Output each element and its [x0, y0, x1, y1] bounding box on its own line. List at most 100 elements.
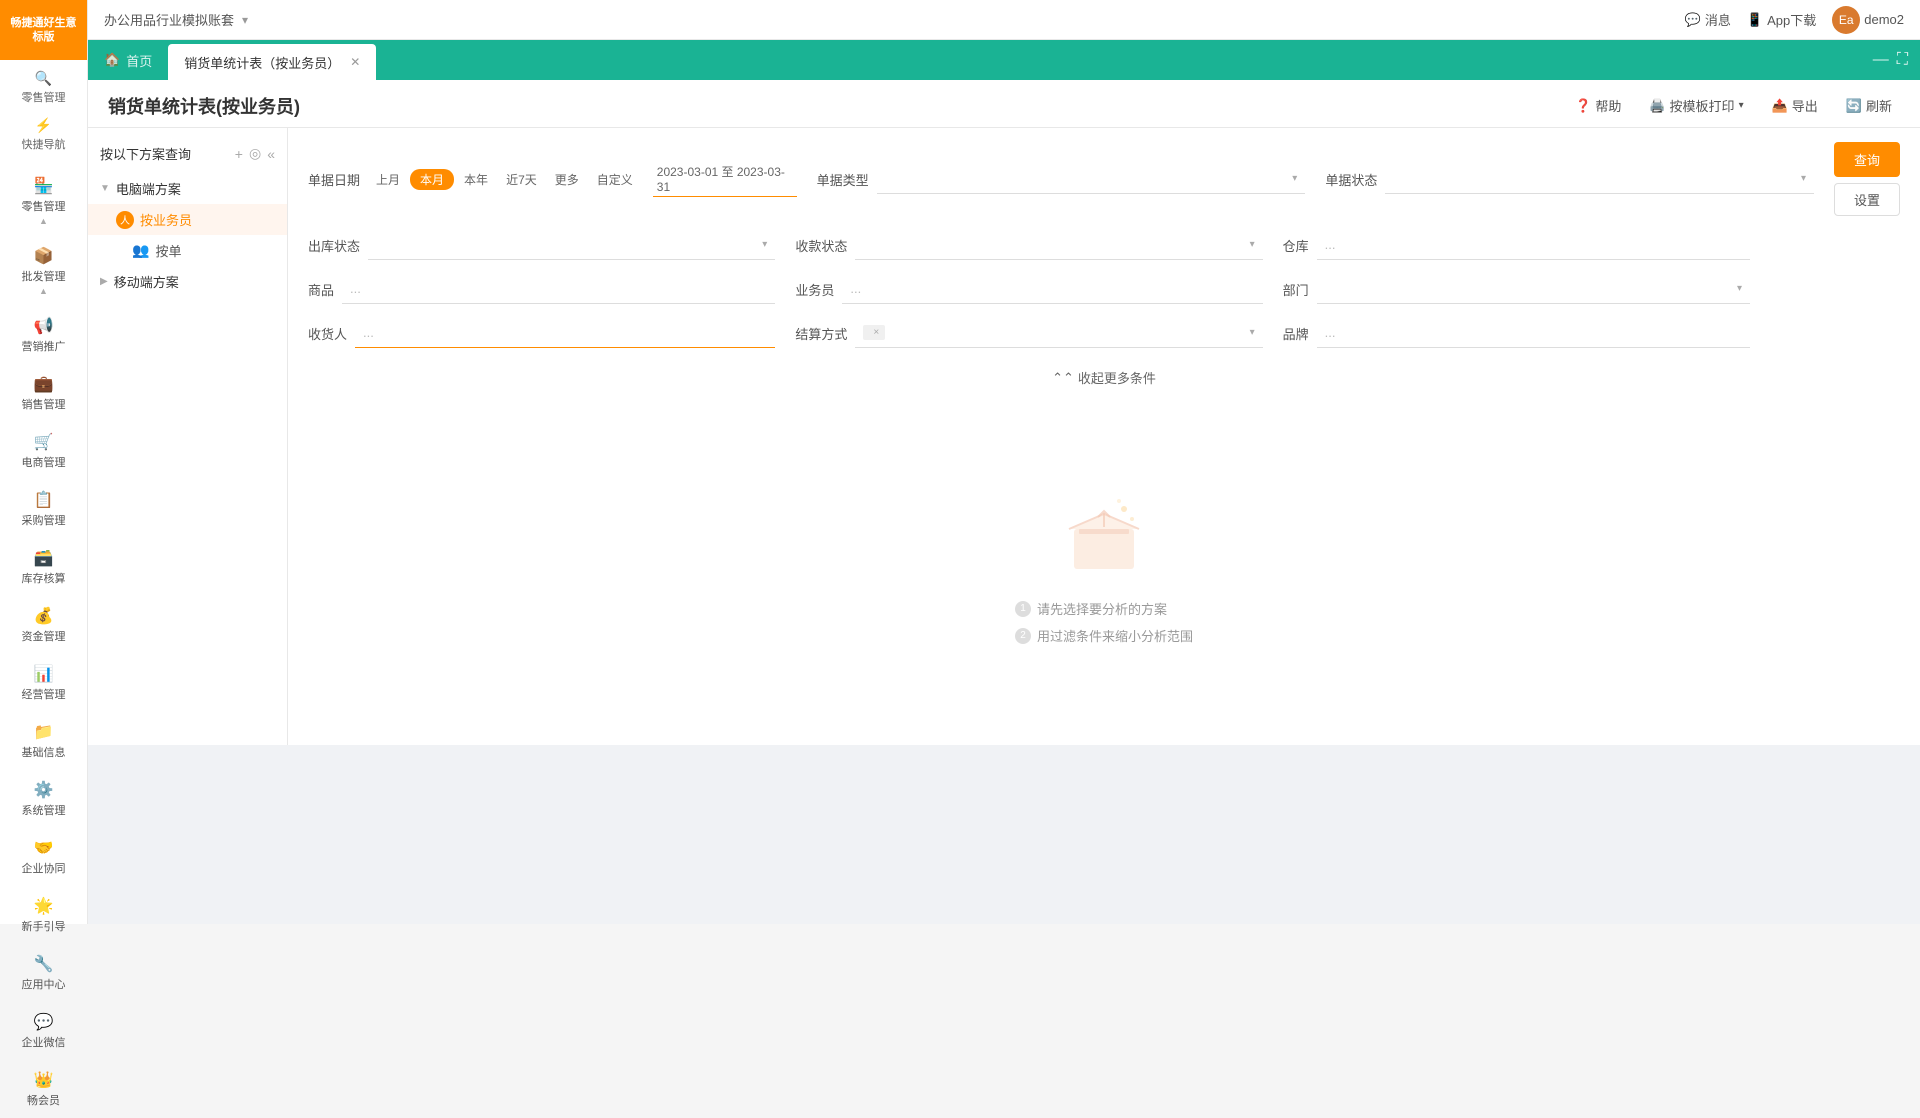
sidebar-item-inventory[interactable]: 🗃️ 库存核算 — [0, 538, 87, 596]
settlement-arrow: ▾ — [1250, 327, 1255, 338]
right-panel: 单据日期 上月 本月 本年 近7天 更多 自定义 2023-03-01 至 20… — [288, 128, 1920, 745]
sidebar-item-system[interactable]: ⚙️ 系统管理 — [0, 770, 87, 828]
date-tab-last-month[interactable]: 上月 — [368, 169, 408, 190]
content-area: 销货单统计表(按业务员) ❓ 帮助 🖨️ 按模板打印 ▾ 📤 导出 🔄 刷 — [88, 80, 1920, 924]
scheme-panel-title: 按以下方案查询 — [100, 144, 191, 163]
warehouse-placeholder: ... — [1325, 237, 1336, 252]
tab-close-icon[interactable]: ✕ — [350, 55, 360, 69]
user-menu[interactable]: Ea demo2 — [1832, 6, 1904, 34]
query-button[interactable]: 查询 — [1834, 142, 1900, 177]
out-status-control[interactable]: ▾ — [368, 230, 775, 260]
date-controls: 上月 本月 本年 近7天 更多 自定义 2023-03-01 至 2023-03… — [368, 161, 797, 197]
tabbar: 🏠 首页 销货单统计表（按业务员） ✕ — ⛶ — [88, 40, 1920, 80]
filter-doc-type-item: 单据类型 ▾ — [817, 164, 1306, 194]
brand-control[interactable]: ... — [1317, 318, 1750, 348]
scheme-mobile-expand-icon: ▶ — [100, 276, 108, 287]
sidebar-item-member[interactable]: 👑 畅会员 — [0, 1060, 87, 1118]
sidebar-item-operations[interactable]: 📊 经营管理 — [0, 654, 87, 712]
out-status-arrow: ▾ — [762, 239, 767, 250]
sidebar-item-label: 企业协同 — [22, 860, 66, 876]
corp-wechat-icon: 💬 — [34, 1012, 54, 1032]
scheme-desktop-label: 电脑端方案 — [116, 179, 181, 198]
sidebar-item-wholesale[interactable]: 📦 批发管理 ▲ — [0, 236, 87, 306]
tab-sales-stats[interactable]: 销货单统计表（按业务员） ✕ — [168, 44, 376, 80]
consignee-control[interactable]: ... — [355, 318, 775, 348]
sidebar-item-zero-retail[interactable]: 🏪 零售管理 ▲ — [0, 166, 87, 236]
date-tab-this-month[interactable]: 本月 — [410, 169, 454, 190]
sidebar-item-label: 应用中心 — [22, 976, 66, 992]
filter-out-status-item: 出库状态 ▾ — [308, 230, 775, 260]
department-control[interactable]: ▾ — [1317, 274, 1750, 304]
doc-type-control[interactable]: ▾ — [877, 164, 1306, 194]
newcomer-icon: 🌟 — [34, 896, 54, 916]
app-download-button[interactable]: 📱 App下载 — [1747, 10, 1816, 29]
payment-status-control[interactable]: ▾ — [855, 230, 1262, 260]
date-tab-more[interactable]: 更多 — [547, 169, 587, 190]
scheme-desktop[interactable]: ▼ 电脑端方案 — [88, 173, 287, 204]
messages-button[interactable]: 💬 消息 — [1685, 10, 1731, 29]
date-tab-custom[interactable]: 自定义 — [589, 169, 641, 190]
scheme-by-salesperson[interactable]: 人 按业务员 — [88, 204, 287, 235]
filter-warehouse-item: 仓库 ... — [1283, 230, 1750, 260]
scheme-mobile[interactable]: ▶ 移动端方案 — [88, 266, 287, 297]
sidebar-item-marketing[interactable]: 📢 营销推广 — [0, 306, 87, 364]
sidebar-item-label: 经营管理 — [22, 686, 66, 702]
empty-hint-1: 1 请先选择要分析的方案 — [1015, 599, 1193, 618]
doc-type-arrow: ▾ — [1292, 173, 1297, 184]
help-button[interactable]: ❓ 帮助 — [1567, 92, 1629, 119]
sidebar-quicknav[interactable]: ⚡ 快捷导航 — [0, 111, 87, 158]
scheme-by-order[interactable]: 👥 按单 — [88, 235, 287, 266]
refresh-button[interactable]: 🔄 刷新 — [1838, 92, 1900, 119]
sidebar-item-ecommerce[interactable]: 🛒 电商管理 — [0, 422, 87, 480]
sidebar-item-finance[interactable]: 💰 资金管理 — [0, 596, 87, 654]
enterprise-icon: 🤝 — [34, 838, 54, 858]
filter-brand-item: 品牌 ... — [1283, 318, 1750, 348]
goods-placeholder: ... — [350, 281, 361, 296]
sidebar-item-corp-wechat[interactable]: 💬 企业微信 — [0, 1002, 87, 1060]
sidebar-item-purchase[interactable]: 📋 采购管理 — [0, 480, 87, 538]
date-tab-this-year[interactable]: 本年 — [456, 169, 496, 190]
tab-maximize-icon[interactable]: ⛶ — [1897, 51, 1908, 69]
warehouse-control[interactable]: ... — [1317, 230, 1750, 260]
doc-status-control[interactable]: ▾ — [1385, 164, 1814, 194]
filter-row-4: 收货人 ... 结算方式 × ▾ — [308, 318, 1900, 348]
tab-sales-stats-label: 销货单统计表（按业务员） — [184, 53, 340, 72]
collapse-panel-icon[interactable]: « — [267, 146, 275, 162]
sidebar-item-enterprise[interactable]: 🤝 企业协同 — [0, 828, 87, 886]
empty-hint-2: 2 用过滤条件来缩小分析范围 — [1015, 626, 1193, 645]
tab-minimize-icon[interactable]: — — [1873, 51, 1889, 69]
goods-control[interactable]: ... — [342, 274, 775, 304]
settlement-tag-close[interactable]: × — [873, 327, 879, 338]
tabbar-actions: — ⛶ — [1873, 51, 1920, 69]
consignee-label: 收货人 — [308, 324, 347, 343]
marketing-icon: 📢 — [34, 316, 54, 336]
sidebar-item-apps[interactable]: 🔧 应用中心 — [0, 944, 87, 1002]
date-tab-7days[interactable]: 近7天 — [498, 169, 545, 190]
settlement-tag: × — [863, 325, 885, 340]
sidebar-item-sales[interactable]: 💼 销售管理 — [0, 364, 87, 422]
topbar-dropdown-icon[interactable]: ▾ — [242, 13, 248, 27]
edit-scheme-icon[interactable]: ◎ — [249, 145, 261, 162]
tab-home[interactable]: 🏠 首页 — [88, 40, 168, 80]
collapse-button[interactable]: ⌃⌃ 收起更多条件 — [308, 360, 1900, 395]
people-icon: 👥 — [132, 242, 149, 259]
empty-state: 1 请先选择要分析的方案 2 用过滤条件来缩小分析范围 — [308, 411, 1900, 731]
print-button[interactable]: 🖨️ 按模板打印 ▾ — [1641, 92, 1751, 119]
sidebar-item-newcomer[interactable]: 🌟 新手引导 — [0, 886, 87, 944]
salesperson-control[interactable]: ... — [842, 274, 1262, 304]
add-scheme-icon[interactable]: + — [235, 146, 243, 162]
department-label: 部门 — [1283, 280, 1309, 299]
scheme-by-order-label: 按单 — [155, 241, 181, 260]
export-button[interactable]: 📤 导出 — [1764, 92, 1826, 119]
help-icon: ❓ — [1575, 98, 1591, 114]
settings-button[interactable]: 设置 — [1834, 183, 1900, 216]
date-range-display[interactable]: 2023-03-01 至 2023-03-31 — [653, 161, 797, 197]
sidebar-item-basics[interactable]: 📁 基础信息 — [0, 712, 87, 770]
member-icon: 👑 — [34, 1070, 54, 1090]
main-panel: 按以下方案查询 + ◎ « ▼ 电脑端方案 人 按业务员 — [88, 128, 1920, 745]
sidebar-search[interactable]: 🔍 零售管理 — [0, 60, 87, 111]
sidebar-item-label: 库存核算 — [22, 570, 66, 586]
filter-consignee-item: 收货人 ... — [308, 318, 775, 348]
filter-row-3: 商品 ... 业务员 ... 部门 — [308, 274, 1900, 304]
settlement-control[interactable]: × ▾ — [855, 318, 1262, 348]
